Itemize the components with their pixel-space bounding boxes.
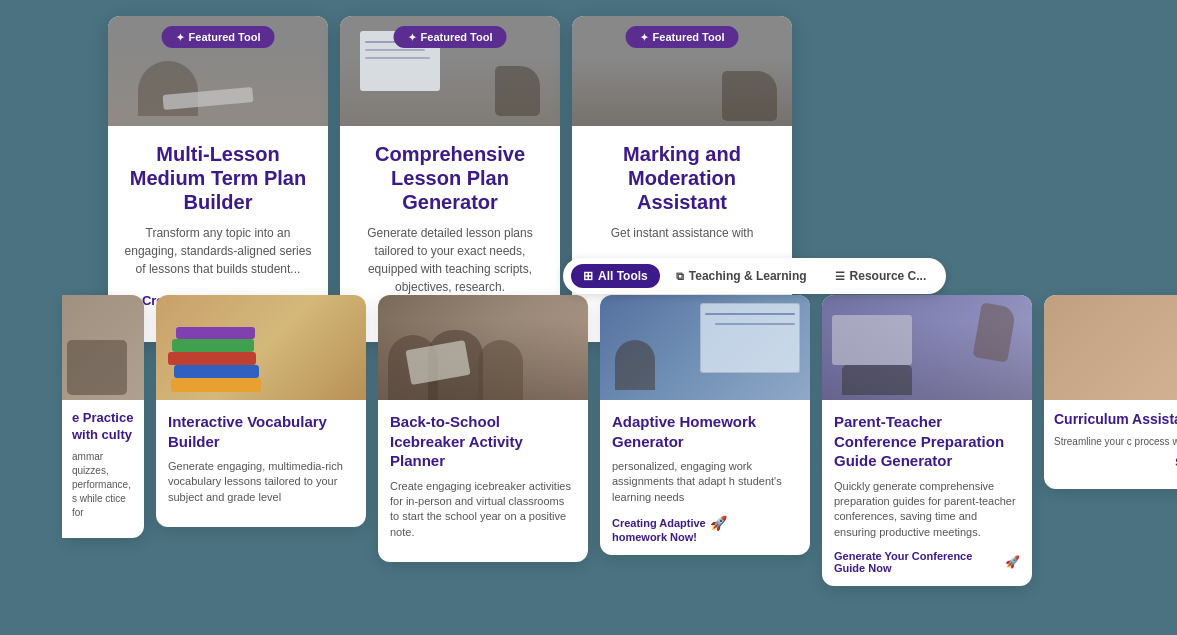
card-desc-icebreaker: Create engaging icebreaker activities fo… — [390, 479, 576, 541]
card-body-icebreaker: Back-to-School Icebreaker Activity Plann… — [378, 400, 588, 562]
featured-badge-2: ✦ Featured Tool — [394, 26, 507, 48]
card-desc-lesson-plan: Generate detailed lesson plans tailored … — [356, 224, 544, 296]
card-title-marking: Marking and Moderation Assistant — [588, 142, 776, 214]
filter-teaching-learning[interactable]: ⧉ Teaching & Learning — [664, 264, 819, 288]
card-desc-parent-teacher: Quickly generate comprehensive preparati… — [834, 479, 1020, 541]
card-lesson-plan: ✦ Featured Tool Comprehensive Lesson Pla… — [340, 16, 560, 342]
card-multi-lesson: ✦ ✦ Featured Tool Featured Tool Multi-Le… — [108, 16, 328, 342]
card-desc-vocabulary: Generate engaging, multimedia-rich vocab… — [168, 459, 354, 505]
card-title-adaptive: Adaptive Homework Generator — [612, 412, 798, 451]
link-icon-adaptive: 🚀 — [710, 515, 727, 531]
card-vocabulary: Interactive Vocabulary Builder Generate … — [156, 295, 366, 527]
card-title-icebreaker: Back-to-School Icebreaker Activity Plann… — [390, 412, 576, 471]
card-partial-left: e Practice with culty ammar quizzes, per… — [62, 295, 144, 538]
card-image-curriculum — [1044, 295, 1177, 400]
star-icon-2: ✦ — [408, 32, 416, 43]
card-link-curriculum[interactable]: Start Mapping Y... Curriculum No... — [1054, 457, 1177, 479]
card-link-parent-teacher[interactable]: Generate Your Conference Guide Now 🚀 — [834, 550, 1020, 574]
link-icon-pt: 🚀 — [1005, 555, 1020, 569]
card-image-lesson-plan: ✦ Featured Tool — [340, 16, 560, 126]
card-body-curriculum: Curriculum Assistant fo Academic Y... St… — [1044, 400, 1177, 489]
star-icon-3: ✦ — [640, 32, 648, 43]
card-image-parent-teacher — [822, 295, 1032, 400]
card-desc-partial: ammar quizzes, performance, s while ctic… — [72, 450, 134, 520]
star-icon-1: ✦ — [176, 32, 184, 43]
card-image-vocabulary — [156, 295, 366, 400]
card-image-partial — [62, 295, 144, 400]
bottom-cards-row: e Practice with culty ammar quizzes, per… — [62, 295, 1177, 586]
card-title-vocabulary: Interactive Vocabulary Builder — [168, 412, 354, 451]
card-desc-multi-lesson: Transform any topic into an engaging, st… — [124, 224, 312, 278]
card-image-marking: ✦ Featured Tool — [572, 16, 792, 126]
card-body-adaptive: Adaptive Homework Generator personalized… — [600, 400, 810, 555]
card-title-parent-teacher: Parent-Teacher Conference Preparation Gu… — [834, 412, 1020, 471]
card-link-adaptive[interactable]: Creating Adaptive 🚀 — [612, 515, 798, 531]
card-icebreaker: Back-to-School Icebreaker Activity Plann… — [378, 295, 588, 562]
card-image-adaptive — [600, 295, 810, 400]
card-title-lesson-plan: Comprehensive Lesson Plan Generator — [356, 142, 544, 214]
card-parent-teacher: Parent-Teacher Conference Preparation Gu… — [822, 295, 1032, 586]
card-image-multi-lesson: ✦ ✦ Featured Tool Featured Tool — [108, 16, 328, 126]
card-link-adaptive-line2: homework Now! — [612, 531, 798, 543]
card-title-curriculum: Curriculum Assistant fo Academic Y... — [1054, 410, 1177, 428]
card-title-multi-lesson: Multi-Lesson Medium Term Plan Builder — [124, 142, 312, 214]
card-title-partial: e Practice with culty — [72, 410, 134, 444]
filter-bar: ⊞ ⊞ All Tools All Tools ⧉ Teaching & Lea… — [563, 258, 946, 294]
card-curriculum: Curriculum Assistant fo Academic Y... St… — [1044, 295, 1177, 489]
resource-icon: ☰ — [835, 270, 845, 283]
filter-all-tools[interactable]: ⊞ ⊞ All Tools All Tools — [571, 264, 660, 288]
card-desc-curriculum: Streamline your c process with our a Cur… — [1054, 435, 1177, 449]
card-image-icebreaker — [378, 295, 588, 400]
card-body-parent-teacher: Parent-Teacher Conference Preparation Gu… — [822, 400, 1032, 586]
grid-icon: ⊞ — [583, 269, 593, 283]
card-adaptive: Adaptive Homework Generator personalized… — [600, 295, 810, 555]
filter-resource-creation[interactable]: ☰ Resource C... — [823, 264, 939, 288]
featured-badge-1: ✦ ✦ Featured Tool Featured Tool — [162, 26, 275, 48]
featured-badge-3: ✦ Featured Tool — [626, 26, 739, 48]
card-desc-marking: Get instant assistance with — [588, 224, 776, 242]
card-body-partial: e Practice with culty ammar quizzes, per… — [62, 400, 144, 538]
main-container: ✦ ✦ Featured Tool Featured Tool Multi-Le… — [0, 0, 1177, 635]
card-body-vocabulary: Interactive Vocabulary Builder Generate … — [156, 400, 366, 527]
teaching-icon: ⧉ — [676, 270, 684, 283]
card-desc-adaptive: personalized, engaging work assignments … — [612, 459, 798, 505]
